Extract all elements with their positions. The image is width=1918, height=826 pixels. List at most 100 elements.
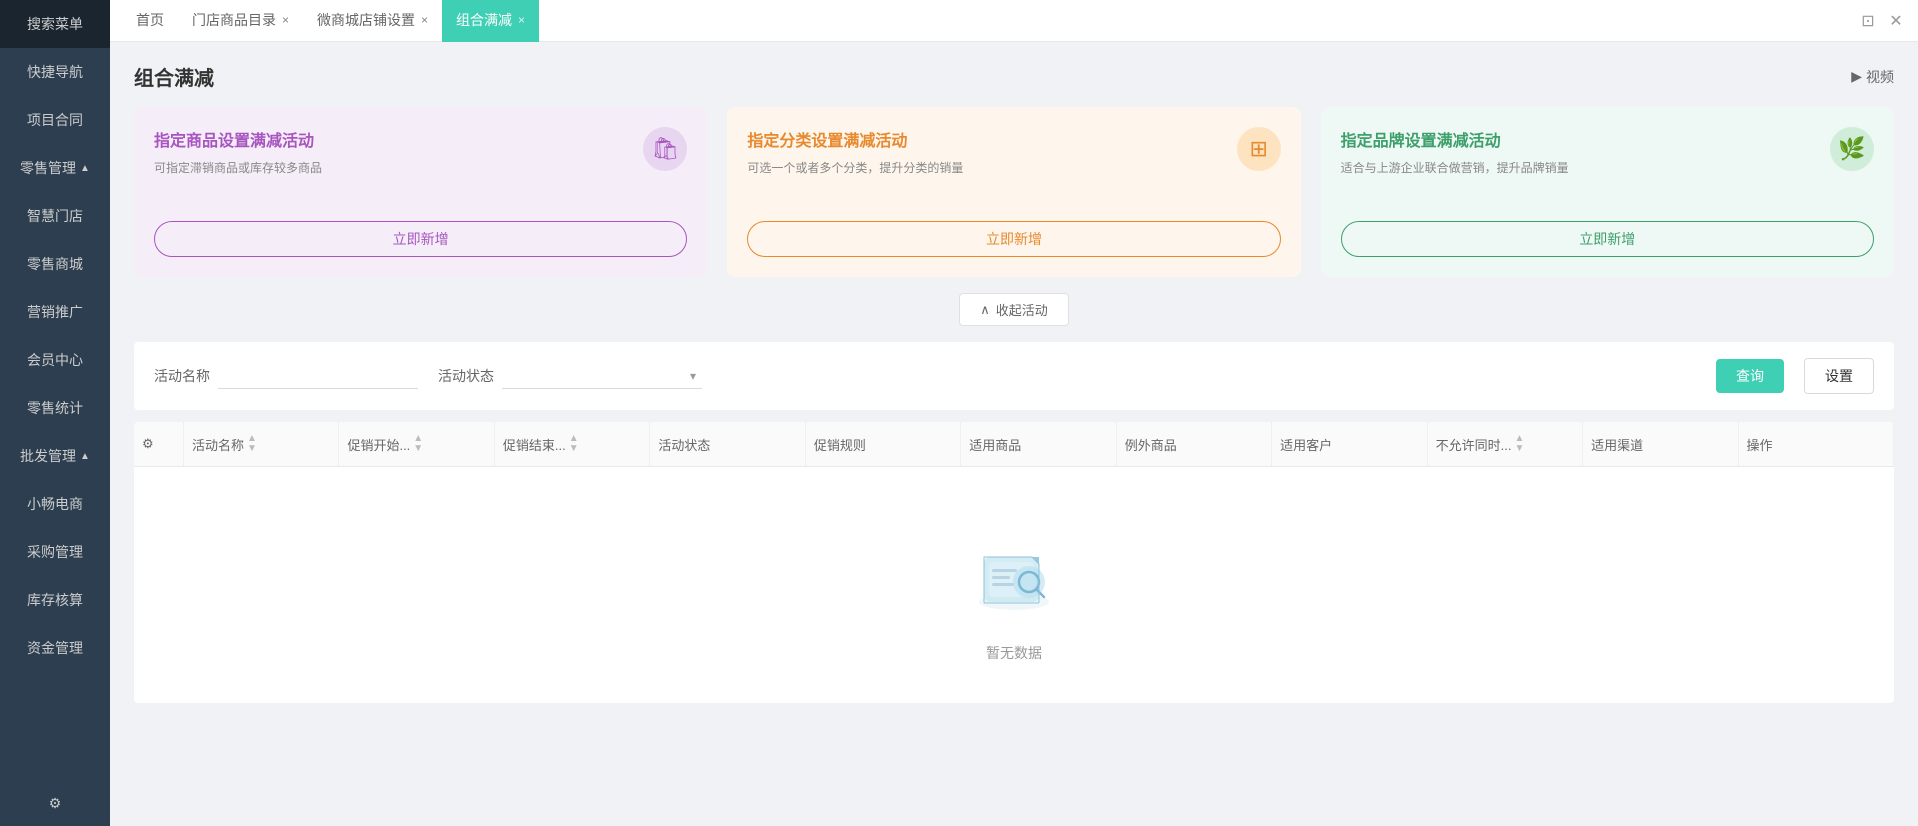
filter-name-input[interactable]: [218, 364, 418, 389]
sidebar-item-label: 库存核算: [27, 590, 83, 610]
tab-close-button[interactable]: ×: [421, 13, 428, 27]
sidebar-item-smart-store[interactable]: 智慧门店: [20, 192, 90, 240]
brand-promo-card: 指定品牌设置满减活动 🌿 适合与上游企业联合做营销，提升品牌销量 立即新增: [1321, 107, 1894, 277]
th-activity-name-label: 活动名称: [192, 435, 244, 454]
sidebar-item-member-center[interactable]: 会员中心: [20, 336, 90, 384]
sidebar-item-label: 零售管理: [20, 158, 76, 178]
data-table: ⚙ 活动名称 ▲▼ 促销开始... ▲▼ 促销结束... ▲▼ 活动状态: [134, 422, 1894, 703]
sidebar-item-ecommerce[interactable]: 小畅电商: [20, 480, 90, 528]
setting-button[interactable]: 设置: [1804, 358, 1874, 394]
sidebar-settings[interactable]: ⚙: [0, 781, 110, 826]
th-excluded-goods-label: 例外商品: [1125, 435, 1177, 454]
th-no-concurrent[interactable]: 不允许同时... ▲▼: [1428, 422, 1583, 466]
filter-status-select[interactable]: 进行中 已停止 未开始: [502, 364, 702, 389]
tab-label: 门店商品目录: [192, 10, 276, 30]
promo-cards: 指定商品设置满减活动 🛍 可指定滞销商品或库存较多商品 立即新增 指定分类设置满…: [134, 107, 1894, 277]
maximize-button[interactable]: ⊡: [1858, 11, 1878, 31]
th-status: 活动状态: [650, 422, 805, 466]
tab-close-button[interactable]: ×: [282, 13, 289, 27]
sidebar-item-retail-mall[interactable]: 零售商城: [20, 240, 90, 288]
brand-card-title: 指定品牌设置满减活动: [1341, 127, 1874, 151]
product-promo-card: 指定商品设置满减活动 🛍 可指定滞销商品或库存较多商品 立即新增: [134, 107, 707, 277]
tab-label: 微商城店铺设置: [317, 10, 415, 30]
tab-store-catalog[interactable]: 门店商品目录 ×: [178, 0, 303, 42]
expand-icon: ▲: [80, 451, 90, 462]
sidebar-item-label: 智慧门店: [27, 206, 83, 226]
sidebar-item-project-contract[interactable]: 项目合同: [20, 96, 90, 144]
tab-label: 首页: [136, 10, 164, 30]
expand-icon: ▲: [80, 163, 90, 174]
th-excluded-goods: 例外商品: [1117, 422, 1272, 466]
settings-icon: ⚙: [49, 795, 62, 811]
tab-wechat-store[interactable]: 微商城店铺设置 ×: [303, 0, 442, 42]
filter-status-label: 活动状态: [438, 366, 494, 386]
tab-bar: 首页 门店商品目录 × 微商城店铺设置 × 组合满减 × ⊡ ✕: [110, 0, 1918, 42]
sidebar-item-label: 批发管理: [20, 446, 76, 466]
tab-close-button[interactable]: ×: [518, 13, 525, 27]
tab-home[interactable]: 首页: [122, 0, 178, 42]
th-no-concurrent-label: 不允许同时...: [1436, 435, 1512, 454]
th-promo-start-label: 促销开始...: [347, 435, 410, 454]
category-card-desc: 可选一个或者多个分类，提升分类的销量: [747, 159, 1280, 178]
collapse-button[interactable]: ∧ 收起活动: [959, 293, 1069, 326]
category-card-add-button[interactable]: 立即新增: [747, 221, 1280, 257]
sidebar-item-quick-nav[interactable]: 快捷导航: [20, 48, 90, 96]
video-icon: ▶: [1851, 68, 1862, 85]
main-area: 首页 门店商品目录 × 微商城店铺设置 × 组合满减 × ⊡ ✕ 组合满减 ▶ 视频 指定商…: [110, 0, 1918, 826]
sidebar-item-retail-stats[interactable]: 零售统计: [20, 384, 90, 432]
th-settings[interactable]: ⚙: [134, 422, 184, 466]
sidebar-item-procurement[interactable]: 采购管理: [20, 528, 90, 576]
th-applicable-customer: 适用客户: [1272, 422, 1427, 466]
sidebar-item-retail-management[interactable]: 零售管理 ▲: [20, 144, 90, 192]
th-promo-end[interactable]: 促销结束... ▲▼: [495, 422, 650, 466]
sidebar-item-label: 项目合同: [27, 110, 83, 130]
th-promo-start[interactable]: 促销开始... ▲▼: [339, 422, 494, 466]
product-card-add-button[interactable]: 立即新增: [154, 221, 687, 257]
sidebar-item-marketing[interactable]: 营销推广: [20, 288, 90, 336]
brand-card-desc: 适合与上游企业联合做营销，提升品牌销量: [1341, 159, 1874, 178]
brand-card-icon: 🌿: [1830, 127, 1874, 171]
category-card-title: 指定分类设置满减活动: [747, 127, 1280, 151]
th-applicable-goods-label: 适用商品: [969, 435, 1021, 454]
empty-state: 暂无数据: [134, 467, 1894, 703]
category-promo-card: 指定分类设置满减活动 ⊞ 可选一个或者多个分类，提升分类的销量 立即新增: [727, 107, 1300, 277]
page-title: 组合满减: [134, 62, 214, 91]
sidebar-item-label: 小畅电商: [27, 494, 83, 514]
sidebar-item-wholesale[interactable]: 批发管理 ▲: [20, 432, 90, 480]
product-card-title: 指定商品设置满减活动: [154, 127, 687, 151]
th-applicable-channel-label: 适用渠道: [1591, 435, 1643, 454]
video-label: 视频: [1866, 67, 1894, 87]
collapse-bar: ∧ 收起活动: [134, 293, 1894, 326]
sort-icon-concurrent: ▲▼: [1514, 434, 1524, 454]
sidebar-item-inventory[interactable]: 库存核算: [20, 576, 90, 624]
query-button[interactable]: 查询: [1716, 359, 1784, 393]
video-link[interactable]: ▶ 视频: [1851, 67, 1894, 87]
collapse-icon: ∧: [980, 302, 990, 318]
sort-icon: ▲▼: [247, 434, 257, 454]
th-applicable-channel: 适用渠道: [1583, 422, 1738, 466]
sort-icon-start: ▲▼: [413, 434, 423, 454]
tab-label: 组合满减: [456, 10, 512, 30]
sidebar-search[interactable]: 搜索菜单: [0, 0, 110, 48]
th-operation: 操作: [1739, 422, 1894, 466]
sidebar-item-finance[interactable]: 资金管理: [20, 624, 90, 672]
th-operation-label: 操作: [1747, 435, 1773, 454]
category-card-icon: ⊞: [1237, 127, 1281, 171]
collapse-label: 收起活动: [996, 300, 1048, 319]
sidebar-item-label: 采购管理: [27, 542, 83, 562]
sidebar-item-label: 快捷导航: [27, 62, 83, 82]
brand-card-add-button[interactable]: 立即新增: [1341, 221, 1874, 257]
th-promo-rules-label: 促销规则: [814, 435, 866, 454]
sidebar-item-label: 零售统计: [27, 398, 83, 418]
th-promo-end-label: 促销结束...: [503, 435, 566, 454]
th-promo-rules: 促销规则: [806, 422, 961, 466]
th-applicable-goods: 适用商品: [961, 422, 1116, 466]
empty-illustration: [964, 527, 1064, 627]
tab-combo-discount[interactable]: 组合满减 ×: [442, 0, 539, 42]
th-applicable-customer-label: 适用客户: [1280, 435, 1332, 454]
content-area: 组合满减 ▶ 视频 指定商品设置满减活动 🛍 可指定滞销商品或库存较多商品 立即…: [110, 42, 1918, 826]
window-controls: ⊡ ✕: [1858, 11, 1906, 31]
sort-icon-end: ▲▼: [569, 434, 579, 454]
th-activity-name[interactable]: 活动名称 ▲▼: [184, 422, 339, 466]
close-button[interactable]: ✕: [1886, 11, 1906, 31]
